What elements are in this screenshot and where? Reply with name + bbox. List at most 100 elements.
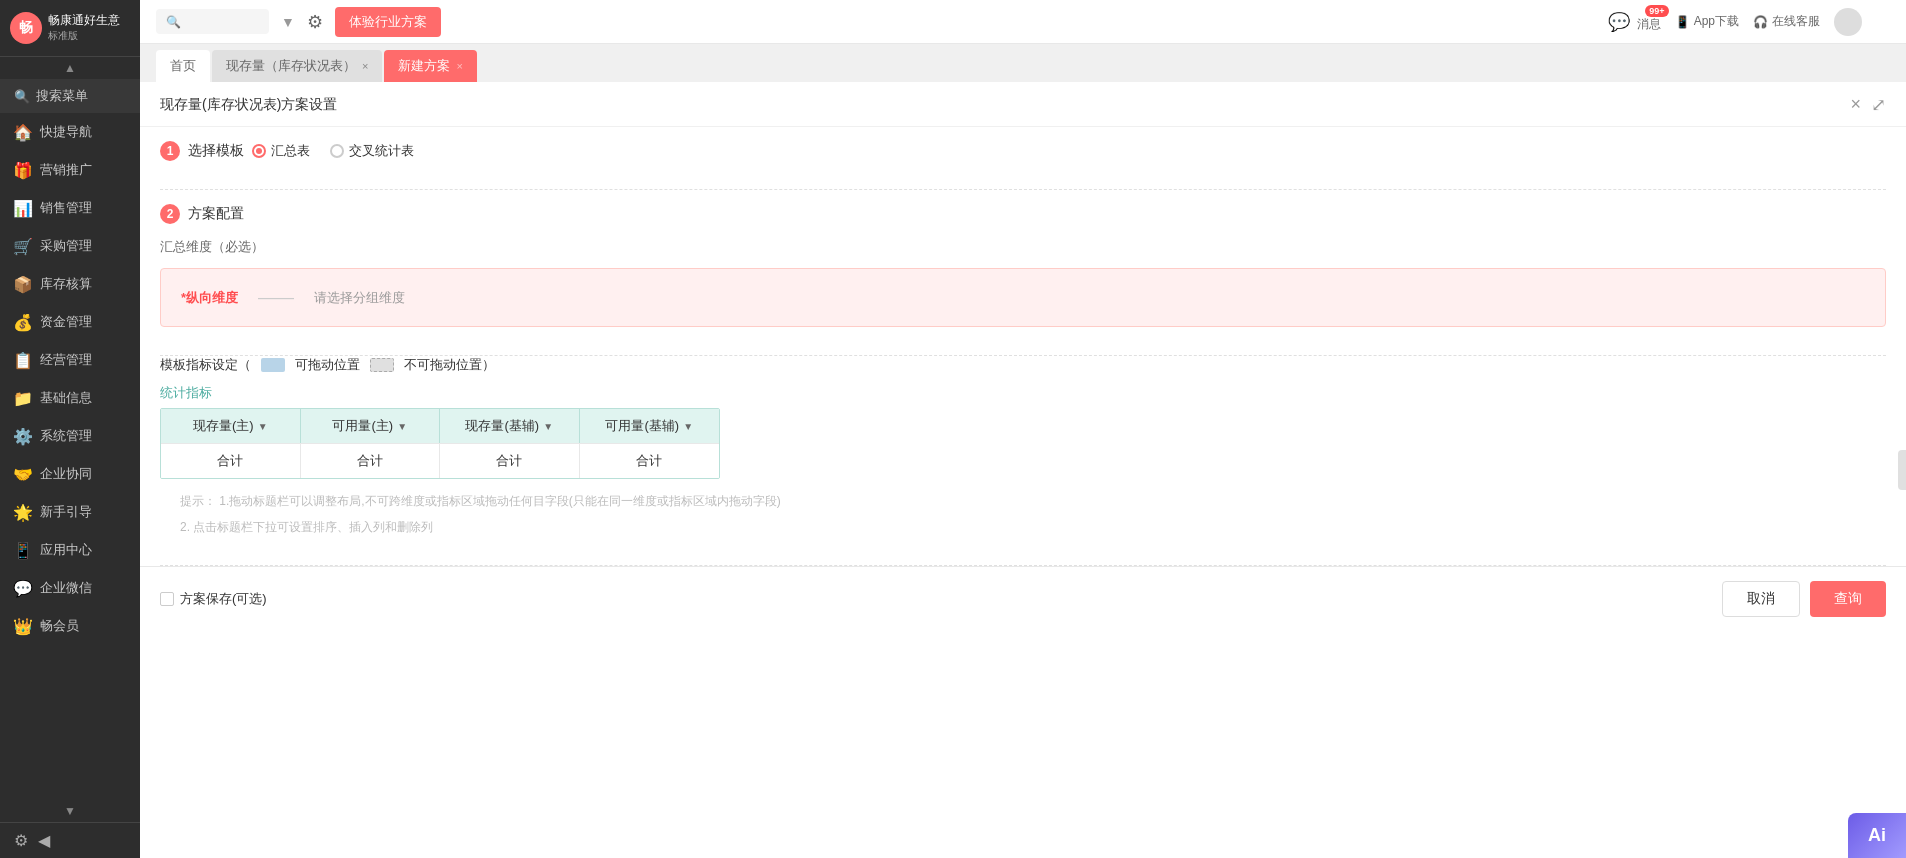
col-header-label-0: 现存量(主) [193,417,254,435]
sidebar-item-cooperation[interactable]: 🤝 企业协同 [0,455,140,493]
sidebar-item-finance[interactable]: 💰 资金管理 [0,303,140,341]
sidebar-item-label: 新手引导 [40,503,92,521]
tab-bar: 首页 现存量（库存状况表） × 新建方案 × [140,44,1906,82]
col-header-0[interactable]: 现存量(主) ▼ [161,409,301,443]
col-sub-3: 合计 [636,452,662,470]
section1-badge: 1 [160,141,180,161]
tab-home[interactable]: 首页 [156,50,210,82]
topbar-dropdown-icon[interactable]: ▼ [281,14,295,30]
sidebar-item-label: 企业协同 [40,465,92,483]
col-header-label-2: 现存量(基辅) [465,417,539,435]
dimension-select-area[interactable]: *纵向维度 —— 请选择分组维度 [160,268,1886,327]
user-name [1866,13,1890,30]
sidebar-item-newbie[interactable]: 🌟 新手引导 [0,493,140,531]
col-body-1: 合计 [301,443,441,478]
sidebar-scroll-down[interactable]: ▼ [0,800,140,822]
service-icon: 🎧 [1753,15,1768,29]
col-header-1[interactable]: 可用量(主) ▼ [301,409,441,443]
sidebar-item-inventory[interactable]: 📦 库存核算 [0,265,140,303]
dimension-hint: 请选择分组维度 [314,289,405,307]
sidebar-bottom: ⚙ ◀ [0,822,140,858]
close-icon[interactable]: × [1850,94,1861,116]
save-checkbox[interactable]: 方案保存(可选) [160,590,267,608]
sidebar-item-label: 采购管理 [40,237,92,255]
message-bell-icon: 💬 [1608,12,1630,32]
template-options: 汇总表 交叉统计表 [252,142,414,160]
app-download[interactable]: 📱 App下载 [1675,13,1739,30]
topbar-actions: 💬 99+ 消息 📱 App下载 🎧 在线客服 [1608,8,1890,36]
sidebar-item-quick-nav[interactable]: 🏠 快捷导航 [0,113,140,151]
radio-summary[interactable]: 汇总表 [252,142,310,160]
sidebar-item-label: 基础信息 [40,389,92,407]
cancel-button[interactable]: 取消 [1722,581,1800,617]
tip-1: 提示： 1.拖动标题栏可以调整布局,不可跨维度或指标区域拖动任何目字段(只能在同… [180,489,1866,513]
sidebar-search[interactable]: 🔍 搜索菜单 [0,79,140,113]
sidebar: 畅 畅康通好生意 标准版 ▲ 🔍 搜索菜单 🏠 快捷导航 🎁 营销推广 📊 销售… [0,0,140,858]
sidebar-item-basic-info[interactable]: 📁 基础信息 [0,379,140,417]
sidebar-item-label: 经营管理 [40,351,92,369]
finance-icon: 💰 [14,313,32,331]
col-dropdown-2[interactable]: ▼ [543,421,553,432]
col-header-2[interactable]: 现存量(基辅) ▼ [440,409,580,443]
content-area: 现存量(库存状况表)方案设置 × ⤢ 1 选择模板 汇总表 交叉统计表 [140,82,1906,858]
right-edge-handle[interactable] [1898,450,1906,490]
topbar-gear-icon[interactable]: ⚙ [307,11,323,33]
settings-bottom-icon[interactable]: ⚙ [14,831,28,850]
messages-label: 消息 [1637,17,1661,31]
sidebar-item-member[interactable]: 👑 畅会员 [0,607,140,645]
stats-body-row: 合计 合计 合计 合计 [161,443,719,478]
sidebar-item-app-center[interactable]: 📱 应用中心 [0,531,140,569]
tab-new-plan[interactable]: 新建方案 × [384,50,476,82]
trial-btn[interactable]: 体验行业方案 [335,7,441,37]
search-label: 搜索菜单 [36,87,88,105]
topbar-search[interactable]: 🔍 [156,9,269,34]
content-header-close[interactable]: × ⤢ [1850,94,1886,116]
wechat-icon: 💬 [14,579,32,597]
indicator-settings-label: 模板指标设定（ 可拖动位置 不可拖动位置） [160,356,1886,374]
col-dropdown-3[interactable]: ▼ [683,421,693,432]
app-download-label: App下载 [1694,13,1739,30]
col-sub-2: 合计 [496,452,522,470]
marketing-icon: 🎁 [14,161,32,179]
col-body-2: 合计 [440,443,580,478]
sidebar-item-label: 系统管理 [40,427,92,445]
sidebar-item-system[interactable]: ⚙️ 系统管理 [0,417,140,455]
radio-summary-label: 汇总表 [271,142,310,160]
col-body-0: 合计 [161,443,301,478]
online-service[interactable]: 🎧 在线客服 [1753,13,1820,30]
radio-cross[interactable]: 交叉统计表 [330,142,414,160]
user-area[interactable] [1834,8,1890,36]
logo-text: 畅康通好生意 标准版 [48,13,120,43]
footer: 方案保存(可选) 取消 查询 [140,566,1906,631]
sidebar-item-label: 销售管理 [40,199,92,217]
col-dropdown-1[interactable]: ▼ [397,421,407,432]
ai-badge[interactable]: Ai [1848,813,1906,858]
sidebar-item-operation[interactable]: 📋 经营管理 [0,341,140,379]
sidebar-scroll-up[interactable]: ▲ [0,57,140,79]
col-header-3[interactable]: 可用量(基辅) ▼ [580,409,720,443]
messages-icon[interactable]: 💬 99+ 消息 [1608,11,1661,33]
sidebar-item-purchase[interactable]: 🛒 采购管理 [0,227,140,265]
sidebar-item-wechat[interactable]: 💬 企业微信 [0,569,140,607]
save-checkbox-box[interactable] [160,592,174,606]
col-dropdown-0[interactable]: ▼ [258,421,268,432]
not-movable-label: 不可拖动位置） [404,356,495,374]
sidebar-item-label: 应用中心 [40,541,92,559]
tab-inventory-close-icon[interactable]: × [362,60,368,72]
content-title: 现存量(库存状况表)方案设置 [160,96,337,114]
collapse-icon[interactable]: ◀ [38,831,50,850]
stats-header-row: 现存量(主) ▼ 可用量(主) ▼ 现存量(基辅) ▼ 可用量(基辅) ▼ [161,409,719,443]
indicator-settings: 模板指标设定（ 可拖动位置 不可拖动位置） 统计指标 现存量(主) ▼ 可用量(… [140,356,1906,565]
sidebar-item-sales[interactable]: 📊 销售管理 [0,189,140,227]
stats-title: 统计指标 [160,384,1886,402]
tab-new-plan-close-icon[interactable]: × [456,60,462,72]
topbar-search-text [187,13,259,30]
tab-inventory-status[interactable]: 现存量（库存状况表） × [212,50,382,82]
sidebar-item-marketing[interactable]: 🎁 营销推广 [0,151,140,189]
quick-nav-icon: 🏠 [14,123,32,141]
query-button[interactable]: 查询 [1810,581,1886,617]
app-center-icon: 📱 [14,541,32,559]
tab-new-plan-label: 新建方案 [398,57,450,75]
radio-summary-circle [252,144,266,158]
expand-icon[interactable]: ⤢ [1871,94,1886,116]
